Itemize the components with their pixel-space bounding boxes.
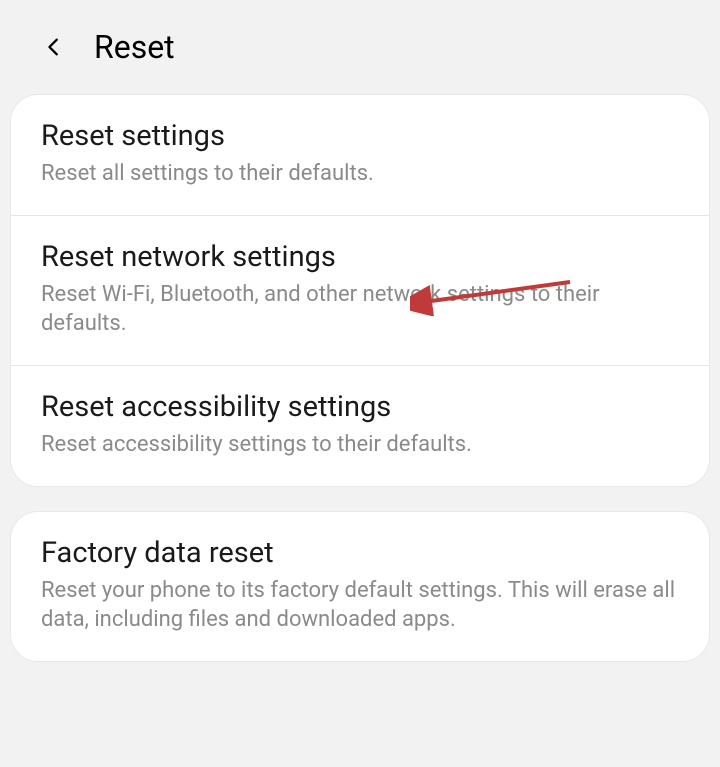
item-description: Reset all settings to their defaults. — [41, 159, 679, 189]
item-description: Reset your phone to its factory default … — [41, 576, 679, 635]
factory-data-reset-item[interactable]: Factory data reset Reset your phone to i… — [11, 512, 709, 661]
reset-options-card: Reset settings Reset all settings to the… — [10, 94, 710, 487]
item-title: Factory data reset — [41, 536, 679, 570]
back-icon[interactable] — [42, 35, 66, 59]
reset-settings-item[interactable]: Reset settings Reset all settings to the… — [11, 95, 709, 216]
factory-reset-card: Factory data reset Reset your phone to i… — [10, 511, 710, 662]
reset-network-settings-item[interactable]: Reset network settings Reset Wi-Fi, Blue… — [11, 216, 709, 366]
item-description: Reset accessibility settings to their de… — [41, 430, 679, 460]
item-title: Reset settings — [41, 119, 679, 153]
page-header: Reset — [0, 0, 720, 94]
page-title: Reset — [94, 28, 175, 66]
item-title: Reset accessibility settings — [41, 390, 679, 424]
item-description: Reset Wi-Fi, Bluetooth, and other networ… — [41, 280, 679, 339]
item-title: Reset network settings — [41, 240, 679, 274]
reset-accessibility-settings-item[interactable]: Reset accessibility settings Reset acces… — [11, 366, 709, 486]
